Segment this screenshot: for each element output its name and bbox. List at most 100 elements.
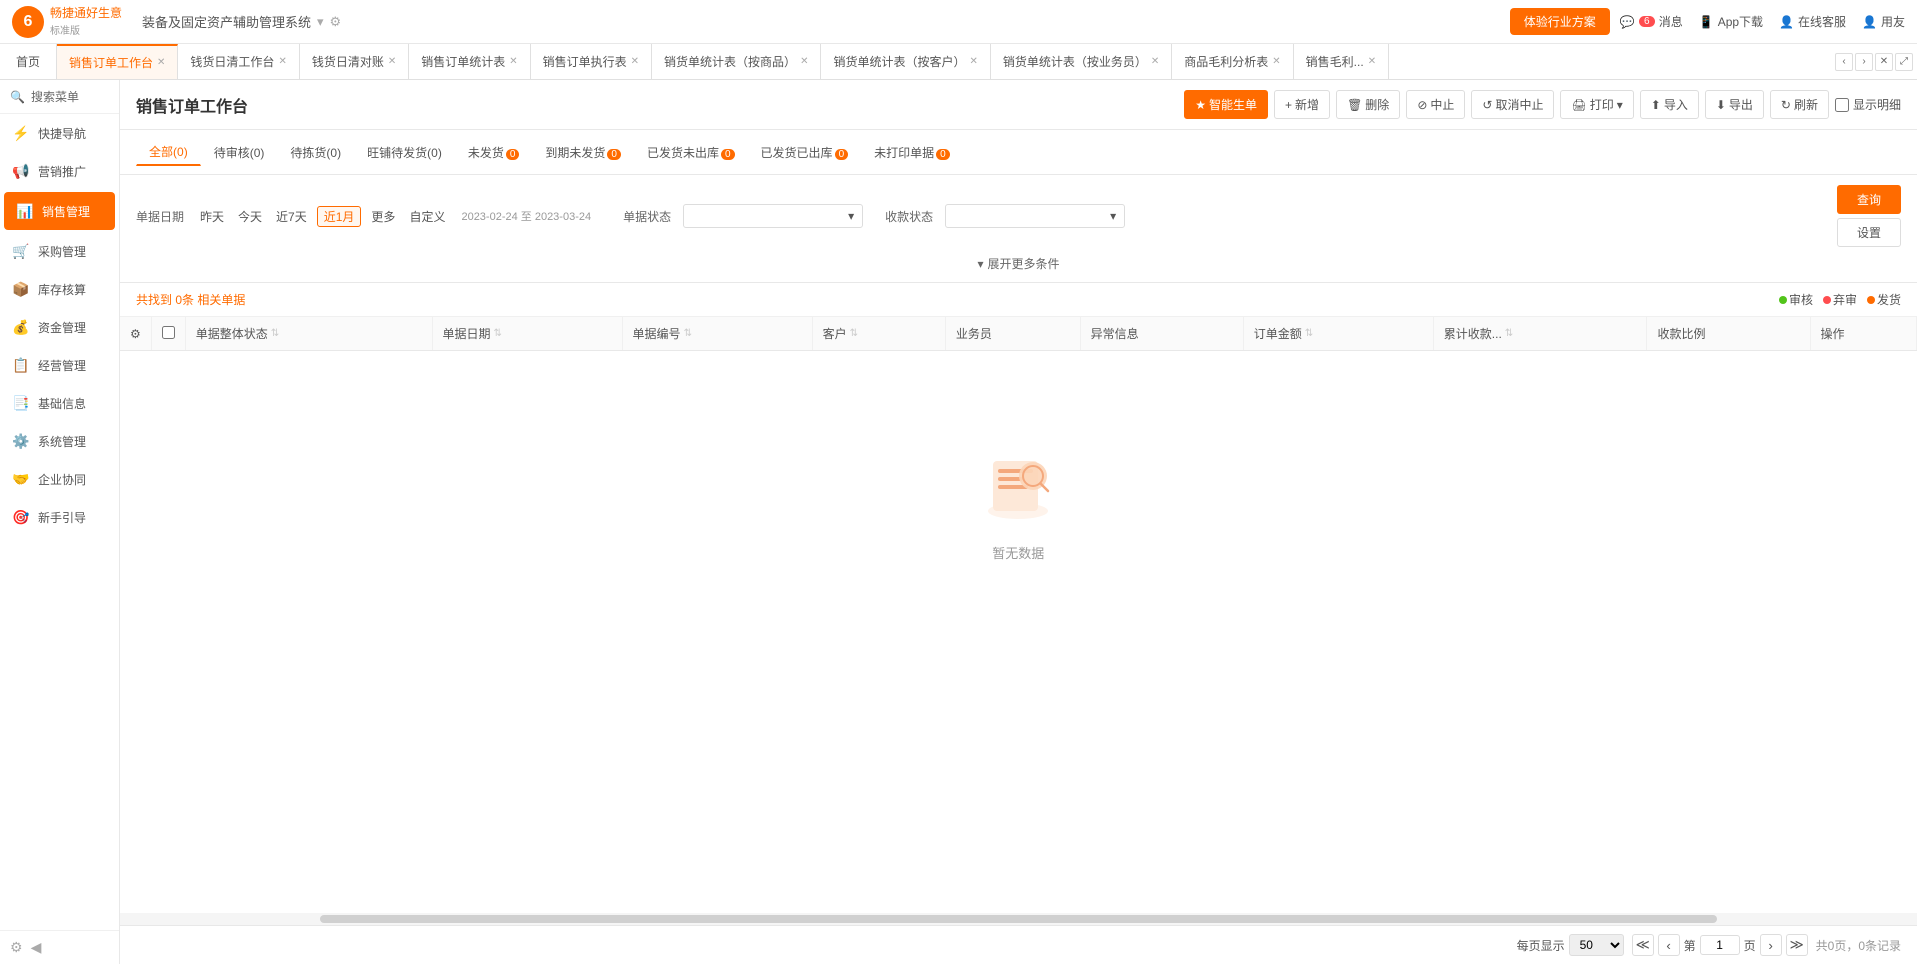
tab-sales-staff[interactable]: 销货单统计表（按业务员） ✕: [991, 44, 1172, 79]
smart-create-button[interactable]: ★ 智能生单: [1184, 90, 1268, 119]
app-download-button[interactable]: 📱 App下载: [1699, 13, 1763, 30]
tab-sales-product[interactable]: 销货单统计表（按商品） ✕: [652, 44, 821, 79]
message-button[interactable]: 💬 6 消息: [1620, 13, 1683, 30]
filter-tab-picking[interactable]: 待拣货(0): [277, 139, 354, 166]
sidebar-item-purchase[interactable]: 🛒 采购管理: [0, 232, 119, 270]
sidebar-item-finance[interactable]: 💰 资金管理: [0, 308, 119, 346]
page-first-button[interactable]: ≪: [1632, 934, 1654, 956]
sidebar-item-quicknav[interactable]: ⚡ 快捷导航: [0, 114, 119, 152]
date-opt-1month[interactable]: 近1月: [317, 206, 362, 227]
filter-tab-pending[interactable]: 待审核(0): [201, 139, 278, 166]
sidebar-item-marketing[interactable]: 📢 营销推广: [0, 152, 119, 190]
query-button[interactable]: 查询: [1837, 185, 1901, 214]
filter-tab-all[interactable]: 全部(0): [136, 138, 201, 166]
tab-order-exec[interactable]: 销售订单执行表 ✕: [531, 44, 652, 79]
suspend-button[interactable]: ⊘ 中止: [1406, 90, 1465, 119]
filter-tab-overdue[interactable]: 到期未发货0: [532, 139, 634, 166]
collect-select[interactable]: ▾: [945, 204, 1125, 228]
tab-close-icon[interactable]: ✕: [1151, 56, 1159, 67]
delete-button[interactable]: 🗑 删除: [1336, 90, 1400, 119]
tab-sales-customer[interactable]: 销货单统计表（按客户） ✕: [821, 44, 990, 79]
tab-maximize-button[interactable]: ⤢: [1895, 53, 1913, 71]
date-opt-yesterday[interactable]: 昨天: [196, 206, 228, 227]
th-customer[interactable]: 客户⇅: [812, 317, 945, 351]
date-opt-more[interactable]: 更多: [367, 206, 399, 227]
page-last-button[interactable]: ≫: [1786, 934, 1808, 956]
tab-sales-order[interactable]: 销售订单工作台 ✕: [57, 44, 178, 79]
th-number[interactable]: 单据编号⇅: [622, 317, 812, 351]
expand-more-button[interactable]: ▾ 展开更多条件: [977, 255, 1059, 272]
page-next-button[interactable]: ›: [1760, 934, 1782, 956]
sidebar-item-inventory[interactable]: 📦 库存核算: [0, 270, 119, 308]
tab-close-icon[interactable]: ✕: [631, 56, 639, 67]
online-service-button[interactable]: 👤 在线客服: [1779, 13, 1846, 30]
scroll-track[interactable]: [320, 915, 1717, 923]
page-size-dropdown[interactable]: 50 10 20 100: [1569, 934, 1624, 956]
tab-close-icon[interactable]: ✕: [509, 56, 517, 67]
import-button[interactable]: ⬆ 导入: [1640, 90, 1699, 119]
sidebar-search[interactable]: 🔍 搜索菜单: [0, 80, 119, 114]
tab-reconcile[interactable]: 钱货日清对账 ✕: [300, 44, 409, 79]
new-button[interactable]: + 新增: [1274, 90, 1330, 119]
date-opt-today[interactable]: 今天: [234, 206, 266, 227]
sidebar-item-system[interactable]: ⚙️ 系统管理: [0, 422, 119, 460]
user-avatar[interactable]: 👤 用友: [1862, 13, 1905, 30]
tab-home[interactable]: 首页: [0, 44, 57, 79]
tab-close-icon[interactable]: ✕: [1272, 56, 1280, 67]
tab-close-icon[interactable]: ✕: [388, 56, 396, 67]
tab-sales-margin[interactable]: 销售毛利... ✕: [1294, 44, 1389, 79]
dropdown-arrow-icon[interactable]: ▾: [317, 14, 324, 30]
select-all-checkbox[interactable]: [162, 326, 175, 339]
refresh-button[interactable]: ↻ 刷新: [1770, 90, 1829, 119]
tab-close-icon[interactable]: ✕: [278, 56, 286, 67]
tab-order-stats[interactable]: 销售订单统计表 ✕: [409, 44, 530, 79]
app-icon: 📱: [1699, 15, 1714, 29]
filter-tab-unprinted[interactable]: 未打印单据0: [861, 139, 963, 166]
export-button[interactable]: ⬇ 导出: [1705, 90, 1764, 119]
settings-icon[interactable]: ⚙: [330, 14, 342, 30]
date-opt-7days[interactable]: 近7天: [272, 206, 311, 227]
sidebar-item-newbie[interactable]: 🎯 新手引导: [0, 498, 119, 536]
sidebar-item-coop[interactable]: 🤝 企业协同: [0, 460, 119, 498]
show-detail-checkbox[interactable]: [1835, 98, 1849, 112]
print-button[interactable]: 🖨 打印 ▾: [1560, 90, 1633, 119]
sidebar-item-basic[interactable]: 📑 基础信息: [0, 384, 119, 422]
tab-scroll-left-button[interactable]: ‹: [1835, 53, 1853, 71]
scroll-bar-area[interactable]: [120, 913, 1917, 925]
unapprove-button[interactable]: 弃审: [1823, 291, 1857, 308]
th-status[interactable]: 单据整体状态⇅: [185, 317, 432, 351]
filter-tab-shipped-not-out[interactable]: 已发货未出库0: [634, 139, 748, 166]
tab-scroll-right-button[interactable]: ›: [1855, 53, 1873, 71]
th-amount[interactable]: 订单金额⇅: [1243, 317, 1433, 351]
sidebar-item-sales[interactable]: 📊 销售管理: [4, 192, 115, 230]
settings-bottom-icon[interactable]: ⚙: [10, 939, 23, 956]
date-opt-custom[interactable]: 自定义: [405, 206, 449, 227]
page-number-input[interactable]: [1700, 935, 1740, 955]
ship-button[interactable]: 发货: [1867, 291, 1901, 308]
tab-daily-clear[interactable]: 钱货日清工作台 ✕: [178, 44, 299, 79]
status-select[interactable]: ▾: [683, 204, 863, 228]
page-size-select: 每页显示 50 10 20 100: [1517, 934, 1624, 956]
industry-solution-button[interactable]: 体验行业方案: [1510, 8, 1610, 35]
set-button[interactable]: 设置: [1837, 218, 1901, 247]
th-collect[interactable]: 累计收款...⇅: [1433, 317, 1647, 351]
cancel-suspend-button[interactable]: ↺ 取消中止: [1471, 90, 1554, 119]
filter-tab-shop[interactable]: 旺铺待发货(0): [354, 139, 455, 166]
filter-tab-shipped-out[interactable]: 已发货已出库0: [748, 139, 862, 166]
tab-margin[interactable]: 商品毛利分析表 ✕: [1172, 44, 1293, 79]
page-prev-button[interactable]: ‹: [1658, 934, 1680, 956]
sidebar-item-operations[interactable]: 📋 经营管理: [0, 346, 119, 384]
th-date[interactable]: 单据日期⇅: [432, 317, 622, 351]
tab-close-icon[interactable]: ✕: [800, 56, 808, 67]
tab-close-all-button[interactable]: ✕: [1875, 53, 1893, 71]
approve-button[interactable]: 审核: [1779, 291, 1813, 308]
sort-icon: ⇅: [684, 328, 692, 339]
filter-tab-unshipped[interactable]: 未发货0: [455, 139, 533, 166]
th-gear[interactable]: ⚙: [120, 317, 151, 351]
tab-close-icon[interactable]: ✕: [157, 57, 165, 68]
sort-icon: ⇅: [494, 328, 502, 339]
tab-close-icon[interactable]: ✕: [969, 56, 977, 67]
collapse-icon[interactable]: ◀: [31, 939, 42, 956]
th-checkbox[interactable]: [151, 317, 185, 351]
tab-close-icon[interactable]: ✕: [1368, 56, 1376, 67]
